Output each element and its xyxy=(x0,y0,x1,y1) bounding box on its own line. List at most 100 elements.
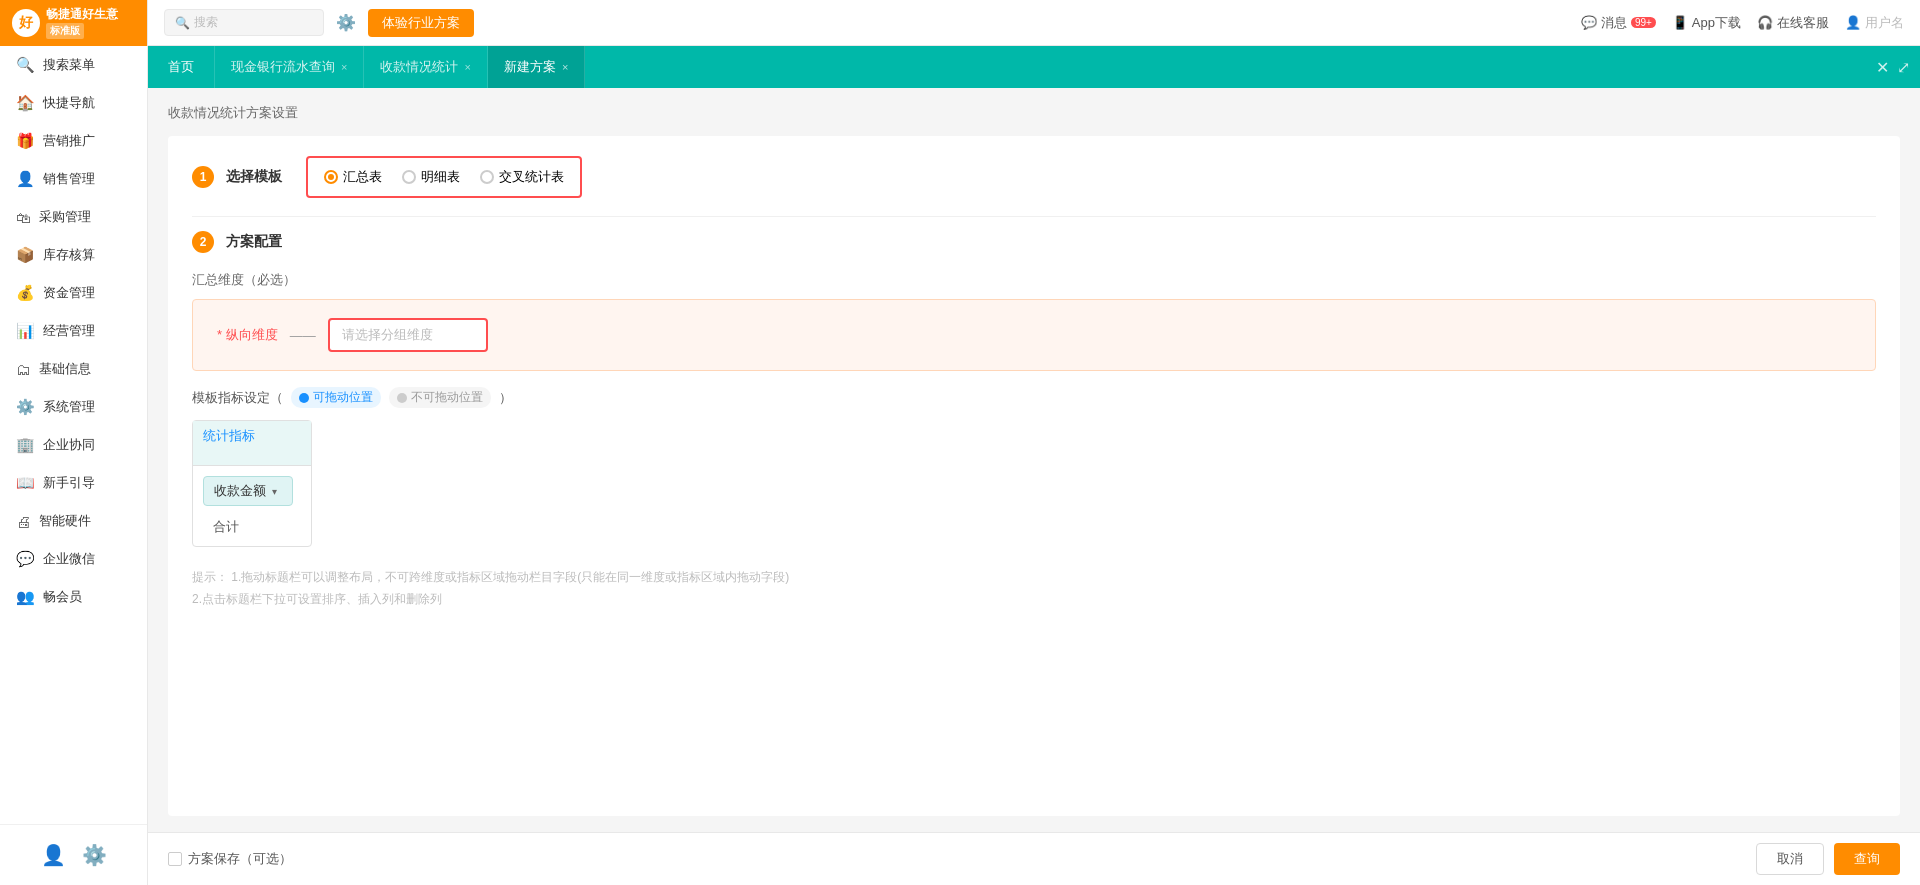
dimension-row-label: * 纵向维度 xyxy=(217,326,278,344)
sidebar-item-quicknav[interactable]: 🏠 快捷导航 xyxy=(0,84,147,122)
step1-row: 1 选择模板 汇总表 明细表 交叉统计表 xyxy=(192,156,1876,198)
download-btn[interactable]: 📱 App下载 xyxy=(1672,14,1741,32)
radio-summary[interactable]: 汇总表 xyxy=(324,168,382,186)
radio-dot-detail xyxy=(402,170,416,184)
sidebar-settings[interactable]: ⚙️ xyxy=(82,843,107,867)
sidebar-item-wechat[interactable]: 💬 企业微信 xyxy=(0,540,147,578)
metrics-hint-close: ） xyxy=(499,389,512,407)
notification-btn[interactable]: 💬 消息 99+ xyxy=(1581,14,1656,32)
sidebar-item-label: 销售管理 xyxy=(43,170,95,188)
app-logo: 好 畅捷通好生意 标准版 xyxy=(0,0,147,46)
metric-tag-label: 收款金额 xyxy=(214,482,266,500)
sidebar-item-label: 营销推广 xyxy=(43,132,95,150)
enterprise-icon: 🏢 xyxy=(16,436,35,454)
expand-icon[interactable]: ⤢ xyxy=(1897,58,1910,77)
content-area: 收款情况统计方案设置 1 选择模板 汇总表 明细表 xyxy=(148,88,1920,832)
config-card: 1 选择模板 汇总表 明细表 交叉统计表 xyxy=(168,136,1900,816)
metric-tag-row: 收款金额 ▾ xyxy=(193,472,311,510)
sidebar-item-guide[interactable]: 📖 新手引导 xyxy=(0,464,147,502)
tab-cashflow[interactable]: 现金银行流水查询 × xyxy=(215,46,364,88)
sidebar-item-hardware[interactable]: 🖨 智能硬件 xyxy=(0,502,147,540)
support-btn[interactable]: 🎧 在线客服 xyxy=(1757,14,1829,32)
download-icon: 📱 xyxy=(1672,15,1688,30)
tab-collection-label: 收款情况统计 xyxy=(380,58,458,76)
support-label: 在线客服 xyxy=(1777,14,1829,32)
sidebar-item-purchase[interactable]: 🛍 采购管理 xyxy=(0,198,147,236)
tab-home-label: 首页 xyxy=(168,58,194,76)
guide-icon: 📖 xyxy=(16,474,35,492)
sidebar-item-label: 库存核算 xyxy=(43,246,95,264)
tab-collection-close[interactable]: × xyxy=(464,61,470,73)
inventory-icon: 📦 xyxy=(16,246,35,264)
tab-newplan-close[interactable]: × xyxy=(562,61,568,73)
save-label: 方案保存（可选） xyxy=(188,850,292,868)
user-area[interactable]: 👤 用户名 xyxy=(1845,14,1904,32)
dimension-row: * 纵向维度 —— 请选择分组维度 xyxy=(217,318,1851,352)
chevron-down-icon: ▾ xyxy=(272,486,277,497)
non-draggable-toggle: 不可拖动位置 xyxy=(389,387,491,408)
draggable-toggle[interactable]: 可拖动位置 xyxy=(291,387,381,408)
sidebar-item-operation[interactable]: 📊 经营管理 xyxy=(0,312,147,350)
sidebar-avatar[interactable]: 👤 xyxy=(41,843,66,867)
topbar-search-box[interactable]: 🔍 搜索 xyxy=(164,9,324,36)
sidebar-item-base[interactable]: 🗂 基础信息 xyxy=(0,350,147,388)
tab-cashflow-close[interactable]: × xyxy=(341,61,347,73)
sidebar-item-system[interactable]: ⚙️ 系统管理 xyxy=(0,388,147,426)
sidebar-item-search[interactable]: 🔍 搜索菜单 xyxy=(0,46,147,84)
search-placeholder: 搜索 xyxy=(194,14,218,31)
radio-detail[interactable]: 明细表 xyxy=(402,168,460,186)
hardware-icon: 🖨 xyxy=(16,513,31,530)
close-icon[interactable]: ✕ xyxy=(1876,58,1889,77)
industry-btn[interactable]: 体验行业方案 xyxy=(368,9,474,37)
logo-icon: 好 xyxy=(12,9,40,37)
metrics-hint-text: 模板指标设定（ xyxy=(192,389,283,407)
topbar-right: 💬 消息 99+ 📱 App下载 🎧 在线客服 👤 用户名 xyxy=(1581,14,1904,32)
sidebar-item-label: 系统管理 xyxy=(43,398,95,416)
tab-newplan-label: 新建方案 xyxy=(504,58,556,76)
divider1 xyxy=(192,216,1876,217)
tab-collection[interactable]: 收款情况统计 × xyxy=(364,46,487,88)
sidebar-item-label: 智能硬件 xyxy=(39,512,91,530)
radio-cross[interactable]: 交叉统计表 xyxy=(480,168,564,186)
sidebar-item-enterprise[interactable]: 🏢 企业协同 xyxy=(0,426,147,464)
sidebar-item-label: 资金管理 xyxy=(43,284,95,302)
metrics-hint-row: 模板指标设定（ 可拖动位置 不可拖动位置 ） xyxy=(192,387,1876,408)
bottom-buttons: 取消 查询 xyxy=(1756,843,1900,875)
sidebar-item-inventory[interactable]: 📦 库存核算 xyxy=(0,236,147,274)
sidebar-item-member[interactable]: 👥 畅会员 xyxy=(0,578,147,616)
tab-newplan[interactable]: 新建方案 × xyxy=(488,46,585,88)
save-checkbox[interactable] xyxy=(168,852,182,866)
page-title: 收款情况统计方案设置 xyxy=(168,104,1900,122)
radio-dot-summary xyxy=(324,170,338,184)
template-selection-box: 汇总表 明细表 交叉统计表 xyxy=(306,156,582,198)
save-option[interactable]: 方案保存（可选） xyxy=(168,850,292,868)
sidebar-item-label: 快捷导航 xyxy=(43,94,95,112)
tab-cashflow-label: 现金银行流水查询 xyxy=(231,58,335,76)
tips-area: 提示： 1.拖动标题栏可以调整布局，不可跨维度或指标区域拖动栏目字段(只能在同一… xyxy=(192,567,1876,610)
system-icon: ⚙️ xyxy=(16,398,35,416)
app-edition: 标准版 xyxy=(46,23,84,39)
draggable-dot xyxy=(299,393,309,403)
finance-icon: 💰 xyxy=(16,284,35,302)
tab-home[interactable]: 首页 xyxy=(148,46,215,88)
sidebar-item-marketing[interactable]: 🎁 营销推广 xyxy=(0,122,147,160)
cancel-button[interactable]: 取消 xyxy=(1756,843,1824,875)
sidebar-item-label: 采购管理 xyxy=(39,208,91,226)
member-icon: 👥 xyxy=(16,588,35,606)
topbar: 🔍 搜索 ⚙️ 体验行业方案 💬 消息 99+ 📱 App下载 🎧 在线客服 👤 xyxy=(148,0,1920,46)
main-area: 🔍 搜索 ⚙️ 体验行业方案 💬 消息 99+ 📱 App下载 🎧 在线客服 👤 xyxy=(148,0,1920,885)
tabbar: 首页 现金银行流水查询 × 收款情况统计 × 新建方案 × ✕ ⤢ xyxy=(148,46,1920,88)
dimension-select[interactable]: 请选择分组维度 xyxy=(328,318,488,352)
app-name: 畅捷通好生意 xyxy=(46,7,118,21)
gear-icon[interactable]: ⚙️ xyxy=(336,13,356,32)
sidebar-item-sales[interactable]: 👤 销售管理 xyxy=(0,160,147,198)
sidebar-item-finance[interactable]: 💰 资金管理 xyxy=(0,274,147,312)
sidebar-item-label: 搜索菜单 xyxy=(43,56,95,74)
radio-label-cross: 交叉统计表 xyxy=(499,168,564,186)
bottombar: 方案保存（可选） 取消 查询 xyxy=(148,832,1920,885)
sidebar-item-label: 新手引导 xyxy=(43,474,95,492)
query-button[interactable]: 查询 xyxy=(1834,843,1900,875)
home-icon: 🏠 xyxy=(16,94,35,112)
metric-tag-amount[interactable]: 收款金额 ▾ xyxy=(203,476,293,506)
sidebar-item-label: 企业协同 xyxy=(43,436,95,454)
